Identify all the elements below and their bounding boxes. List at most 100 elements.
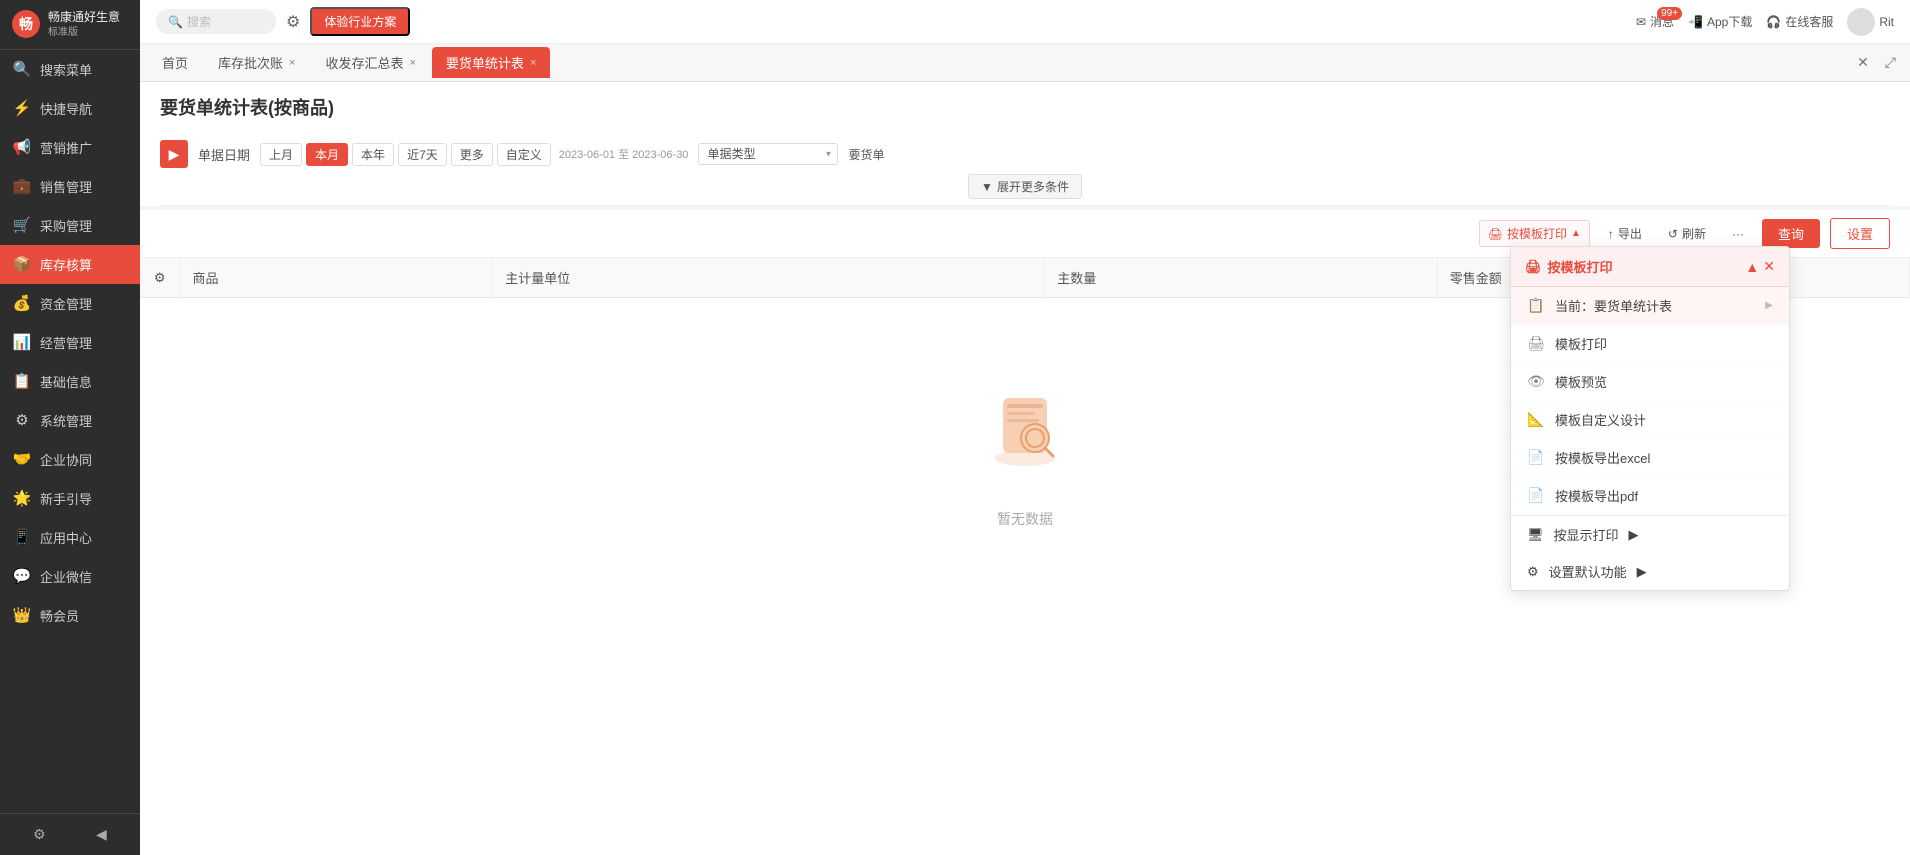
filter-expand-toggle[interactable]: ▶ [160, 140, 188, 168]
settings-bottom-btn[interactable]: ⚙ [29, 822, 50, 847]
sidebar-item-operations[interactable]: 📊 经营管理 [0, 323, 140, 362]
toolbar: 🖨 按模板打印 ▲ ↑ 导出 ↺ 刷新 ··· 查询 设置 [140, 210, 1910, 258]
default-setting-item[interactable]: ⚙ 设置默认功能 ▶ [1511, 553, 1789, 590]
tab-expand-btn[interactable]: ⤢ [1879, 50, 1902, 75]
empty-state-text: 暂无数据 [997, 509, 1053, 529]
query-button[interactable]: 查询 [1762, 219, 1820, 248]
main-content: 🔍 搜索 ⚙ 体验行业方案 ✉ 消息 99+ 📲 App下载 🎧 在线客服 Ri… [140, 0, 1910, 855]
print-dropdown-up-btn[interactable]: ▲ [1745, 259, 1759, 275]
default-setting-arrow: ▶ [1637, 564, 1647, 580]
tab-receipt-summary-close[interactable]: × [409, 57, 415, 69]
last-7-days-btn[interactable]: 近7天 [398, 143, 447, 166]
tabs-bar: 首页 库存批次账 × 收发存汇总表 × 要货单统计表 × ✕ ⤢ [140, 44, 1910, 82]
date-filter-label: 单据日期 [198, 145, 250, 164]
tabs-right-controls: ✕ ⤢ [1851, 50, 1902, 75]
col-settings[interactable]: ⚙ [140, 258, 180, 298]
custom-design-item[interactable]: 📐 模板自定义设计 [1511, 401, 1789, 439]
sidebar-item-system[interactable]: ⚙ 系统管理 [0, 401, 140, 440]
finance-icon: 💰 [12, 294, 32, 312]
sidebar-item-marketing[interactable]: 📢 营销推广 [0, 128, 140, 167]
print-template-item[interactable]: 🖨 模板打印 [1511, 325, 1789, 363]
chevron-right-icon: ▶ [1765, 300, 1773, 311]
sidebar-item-appstore[interactable]: 📱 应用中心 [0, 518, 140, 557]
print-template-btn[interactable]: 🖨 按模板打印 ▲ [1479, 220, 1590, 247]
user-avatar-area[interactable]: Rit [1847, 8, 1894, 36]
pdf-icon: 📄 [1527, 487, 1545, 504]
sidebar-item-inventory[interactable]: 📦 库存核算 [0, 245, 140, 284]
excel-icon: 📄 [1527, 449, 1545, 466]
current-template-item[interactable]: 📋 当前：要货单统计表 ▶ [1511, 287, 1789, 325]
sidebar-item-collab[interactable]: 🤝 企业协同 [0, 440, 140, 479]
order-item-label: 要货单 [848, 146, 884, 163]
sidebar-item-search[interactable]: 🔍 搜索菜单 [0, 50, 140, 89]
app-download-button[interactable]: 📲 App下载 [1688, 13, 1752, 30]
tab-order-stats-close[interactable]: × [530, 57, 536, 69]
display-print-item[interactable]: 🖥 按显示打印 ▶ [1511, 516, 1789, 553]
export-pdf-item[interactable]: 📄 按模板导出pdf [1511, 477, 1789, 515]
more-btn[interactable]: ··· [1724, 223, 1752, 245]
sidebar-item-finance[interactable]: 💰 资金管理 [0, 284, 140, 323]
sidebar-item-purchase[interactable]: 🛒 采购管理 [0, 206, 140, 245]
tab-inventory-batch-close[interactable]: × [289, 57, 295, 69]
empty-illustration [975, 378, 1075, 478]
logo-text: 畅康通好生意 标准版 [48, 10, 120, 39]
collab-icon: 🤝 [12, 450, 32, 468]
sidebar-item-shortcut[interactable]: ⚡ 快捷导航 [0, 89, 140, 128]
search-icon: 🔍 [12, 60, 32, 78]
sidebar-item-basic[interactable]: 📋 基础信息 [0, 362, 140, 401]
current-month-btn[interactable]: 本月 [306, 143, 348, 166]
basic-icon: 📋 [12, 372, 32, 390]
refresh-btn[interactable]: ↺ 刷新 [1660, 221, 1714, 246]
message-icon: ✉ [1636, 15, 1646, 29]
topbar-search[interactable]: 🔍 搜索 [156, 9, 276, 34]
sidebar-item-wechat[interactable]: 💬 企业微信 [0, 557, 140, 596]
tab-home[interactable]: 首页 [148, 47, 202, 78]
print-dropdown-controls: ▲ ✕ [1745, 258, 1775, 275]
more-date-btn[interactable]: 更多 [451, 143, 493, 166]
order-type-select-wrapper[interactable]: 单据类型 全部 要货单 [698, 143, 838, 165]
col-product: 商品 [180, 258, 493, 298]
chevron-right-icon: ▶ [169, 146, 180, 163]
design-icon: 📐 [1527, 411, 1545, 428]
current-year-btn[interactable]: 本年 [352, 143, 394, 166]
operations-icon: 📊 [12, 333, 32, 351]
page-header-section: 要货单统计表(按商品) ▶ 单据日期 上月 本月 本年 近7天 更多 自定 [140, 82, 1910, 206]
page-title: 要货单统计表(按商品) [160, 94, 1890, 120]
online-service-button[interactable]: 🎧 在线客服 [1766, 13, 1833, 30]
order-type-select[interactable]: 单据类型 全部 要货单 [698, 143, 838, 165]
topbar-gear-icon[interactable]: ⚙ [286, 12, 300, 32]
print-dropdown-close-btn[interactable]: ✕ [1763, 258, 1775, 275]
display-icon: 🖥 [1527, 527, 1544, 543]
chevron-up-icon: ▲ [1571, 228, 1581, 239]
appstore-icon: 📱 [12, 528, 32, 546]
eye-icon: 👁 [1527, 373, 1545, 390]
tab-close-all-btn[interactable]: ✕ [1851, 50, 1875, 75]
tab-order-stats[interactable]: 要货单统计表 × [432, 47, 550, 78]
tab-receipt-summary[interactable]: 收发存汇总表 × [311, 47, 429, 78]
export-icon: ↑ [1608, 227, 1614, 241]
sidebar-item-sales[interactable]: 💼 销售管理 [0, 167, 140, 206]
default-setting-icon: ⚙ [1527, 564, 1539, 580]
expand-more-row: ▼ 展开更多条件 [160, 168, 1890, 205]
sidebar-item-member[interactable]: 👑 畅会员 [0, 596, 140, 635]
refresh-icon: ↺ [1668, 227, 1678, 241]
export-btn[interactable]: ↑ 导出 [1600, 221, 1650, 246]
sidebar-nav: 🔍 搜索菜单 ⚡ 快捷导航 📢 营销推广 💼 销售管理 🛒 采购管理 📦 库存核… [0, 50, 140, 813]
prev-month-btn[interactable]: 上月 [260, 143, 302, 166]
preview-template-item[interactable]: 👁 模板预览 [1511, 363, 1789, 401]
message-button[interactable]: ✉ 消息 99+ [1636, 13, 1674, 30]
wechat-icon: 💬 [12, 567, 32, 585]
export-excel-item[interactable]: 📄 按模板导出excel [1511, 439, 1789, 477]
tab-inventory-batch[interactable]: 库存批次账 × [204, 47, 309, 78]
sound-btn[interactable]: ◀ [92, 822, 111, 847]
settings-button[interactable]: 设置 [1830, 218, 1890, 249]
service-icon: 🎧 [1766, 15, 1781, 29]
app-logo[interactable]: 畅 畅康通好生意 标准版 [0, 0, 140, 50]
sidebar-item-guide[interactable]: 🌟 新手引导 [0, 479, 140, 518]
expand-more-btn[interactable]: ▼ 展开更多条件 [968, 174, 1082, 199]
custom-date-btn[interactable]: 自定义 [497, 143, 551, 166]
topbar: 🔍 搜索 ⚙ 体验行业方案 ✉ 消息 99+ 📲 App下载 🎧 在线客服 Ri… [140, 0, 1910, 44]
purchase-icon: 🛒 [12, 216, 32, 234]
sidebar: 畅 畅康通好生意 标准版 🔍 搜索菜单 ⚡ 快捷导航 📢 营销推广 💼 销售管理… [0, 0, 140, 855]
promo-button[interactable]: 体验行业方案 [310, 7, 410, 36]
